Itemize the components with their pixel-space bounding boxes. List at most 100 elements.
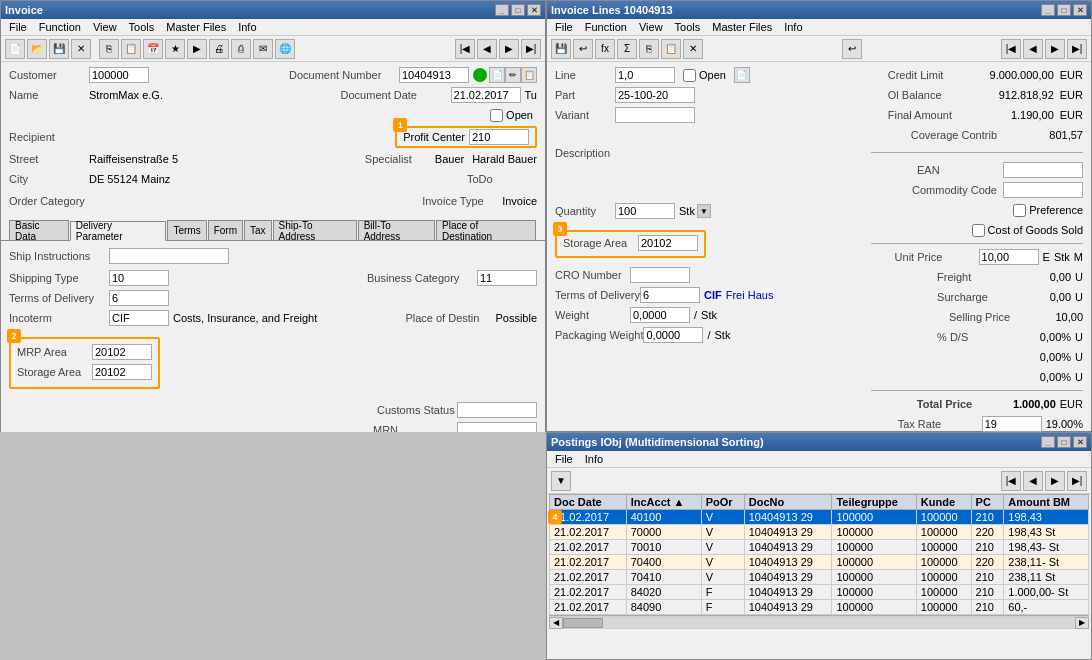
open-btn[interactable]: 📂	[27, 39, 47, 59]
lines-menu-view[interactable]: View	[633, 20, 669, 34]
lines-copy-btn[interactable]: ⎘	[639, 39, 659, 59]
storage-area-input[interactable]	[92, 364, 152, 380]
filter-btn[interactable]: ▼	[551, 471, 571, 491]
nav-prev[interactable]: ◀	[477, 39, 497, 59]
doc-date-input[interactable]	[451, 87, 521, 103]
nav-next[interactable]: ▶	[499, 39, 519, 59]
lines-paste-btn[interactable]: 📋	[661, 39, 681, 59]
line-input[interactable]	[615, 67, 675, 83]
lines-open-checkbox[interactable]	[683, 69, 696, 82]
close-btn-3[interactable]: ✕	[1073, 436, 1087, 448]
tab-terms[interactable]: Terms	[167, 220, 206, 240]
close-btn-2[interactable]: ✕	[1073, 4, 1087, 16]
menu-tools[interactable]: Tools	[123, 20, 161, 34]
table-row[interactable]: 21.02.2017 84020 F 10404913 29 100000 10…	[550, 585, 1089, 600]
tab-basic-data[interactable]: Basic Data	[9, 220, 69, 240]
ship-instructions-input[interactable]	[109, 248, 229, 264]
incoterm-input[interactable]	[109, 310, 169, 326]
lines-delete-btn[interactable]: ✕	[683, 39, 703, 59]
doc-icon2[interactable]: ✏	[505, 67, 521, 83]
tab-bill-to[interactable]: Bill-To Address	[358, 220, 435, 240]
storage-area-input-3[interactable]	[638, 235, 698, 251]
quantity-input[interactable]	[615, 203, 675, 219]
nav-last[interactable]: ▶|	[521, 39, 541, 59]
nav-first[interactable]: |◀	[455, 39, 475, 59]
scroll-left-btn[interactable]: ◀	[549, 617, 563, 629]
menu-function[interactable]: Function	[33, 20, 87, 34]
minimize-btn-2[interactable]: _	[1041, 4, 1055, 16]
close-btn[interactable]: ✕	[527, 4, 541, 16]
maximize-btn-3[interactable]: □	[1057, 436, 1071, 448]
h-scrollbar[interactable]: ◀ ▶	[549, 615, 1089, 629]
unit-price-input[interactable]	[979, 249, 1039, 265]
ean-input[interactable]	[1003, 162, 1083, 178]
lines-menu-file[interactable]: File	[549, 20, 579, 34]
quantity-dropdown[interactable]: ▼	[697, 204, 711, 218]
lines-nav-next[interactable]: ▶	[1045, 39, 1065, 59]
customs-input[interactable]	[457, 402, 537, 418]
weight-input[interactable]	[630, 307, 690, 323]
postings-menu-info[interactable]: Info	[579, 452, 609, 466]
tab-place[interactable]: Place of Destination	[436, 220, 536, 240]
tab-form[interactable]: Form	[208, 220, 243, 240]
table-row[interactable]: 21.02.2017 70000 V 10404913 29 100000 10…	[550, 525, 1089, 540]
postings-nav-last[interactable]: ▶|	[1067, 471, 1087, 491]
lines-terms-input[interactable]	[640, 287, 700, 303]
save-btn[interactable]: 💾	[49, 39, 69, 59]
new-btn[interactable]: 📄	[5, 39, 25, 59]
paste-btn[interactable]: 📋	[121, 39, 141, 59]
table-row[interactable]: 21.02.2017 70010 V 10404913 29 100000 10…	[550, 540, 1089, 555]
lines-doc-icon[interactable]: 📄	[734, 67, 750, 83]
preference-checkbox[interactable]	[1013, 204, 1026, 217]
lines-menu-masterfiles[interactable]: Master Files	[706, 20, 778, 34]
scroll-right-btn[interactable]: ▶	[1075, 617, 1089, 629]
print2-btn[interactable]: ⎙	[231, 39, 251, 59]
tab-ship-to[interactable]: Ship-To Address	[273, 220, 357, 240]
scroll-thumb[interactable]	[563, 618, 603, 628]
postings-menu-file[interactable]: File	[549, 452, 579, 466]
lines-nav-prev[interactable]: ◀	[1023, 39, 1043, 59]
open-checkbox[interactable]	[490, 109, 503, 122]
customer-input[interactable]	[89, 67, 149, 83]
postings-nav-next[interactable]: ▶	[1045, 471, 1065, 491]
pkg-weight-input[interactable]	[643, 327, 703, 343]
commodity-input[interactable]	[1003, 182, 1083, 198]
minimize-btn[interactable]: _	[495, 4, 509, 16]
maximize-btn[interactable]: □	[511, 4, 525, 16]
lines-menu-info[interactable]: Info	[778, 20, 808, 34]
globe-btn[interactable]: 🌐	[275, 39, 295, 59]
profit-center-input[interactable]	[469, 129, 529, 145]
cogs-checkbox[interactable]	[972, 224, 985, 237]
lines-arrow-btn[interactable]: ↩	[842, 39, 862, 59]
lines-undo-btn[interactable]: ↩	[573, 39, 593, 59]
lines-nav-first[interactable]: |◀	[1001, 39, 1021, 59]
calendar-btn[interactable]: 📅	[143, 39, 163, 59]
terms-delivery-input[interactable]	[109, 290, 169, 306]
lines-save-btn[interactable]: 💾	[551, 39, 571, 59]
shipping-type-input[interactable]	[109, 270, 169, 286]
lines-nav-last[interactable]: ▶|	[1067, 39, 1087, 59]
lines-menu-function[interactable]: Function	[579, 20, 633, 34]
lines-fx-btn[interactable]: fx	[595, 39, 615, 59]
postings-nav-prev[interactable]: ◀	[1023, 471, 1043, 491]
doc-icon1[interactable]: 📄	[489, 67, 505, 83]
table-row[interactable]: 21.02.2017 84090 F 10404913 29 100000 10…	[550, 600, 1089, 615]
doc-number-input[interactable]	[399, 67, 469, 83]
tab-tax[interactable]: Tax	[244, 220, 272, 240]
menu-masterfiles[interactable]: Master Files	[160, 20, 232, 34]
variant-input[interactable]	[615, 107, 695, 123]
cro-input[interactable]	[630, 267, 690, 283]
postings-nav-first[interactable]: |◀	[1001, 471, 1021, 491]
lines-menu-tools[interactable]: Tools	[669, 20, 707, 34]
menu-info[interactable]: Info	[232, 20, 262, 34]
minimize-btn-3[interactable]: _	[1041, 436, 1055, 448]
doc-icon3[interactable]: 📋	[521, 67, 537, 83]
tab-delivery-param[interactable]: Delivery Parameter	[70, 221, 167, 241]
menu-view[interactable]: View	[87, 20, 123, 34]
star-btn[interactable]: ★	[165, 39, 185, 59]
table-row[interactable]: 21.02.2017 70410 V 10404913 29 100000 10…	[550, 570, 1089, 585]
scroll-track[interactable]	[563, 618, 1075, 628]
menu-file[interactable]: File	[3, 20, 33, 34]
part-input[interactable]	[615, 87, 695, 103]
mrp-area-input[interactable]	[92, 344, 152, 360]
